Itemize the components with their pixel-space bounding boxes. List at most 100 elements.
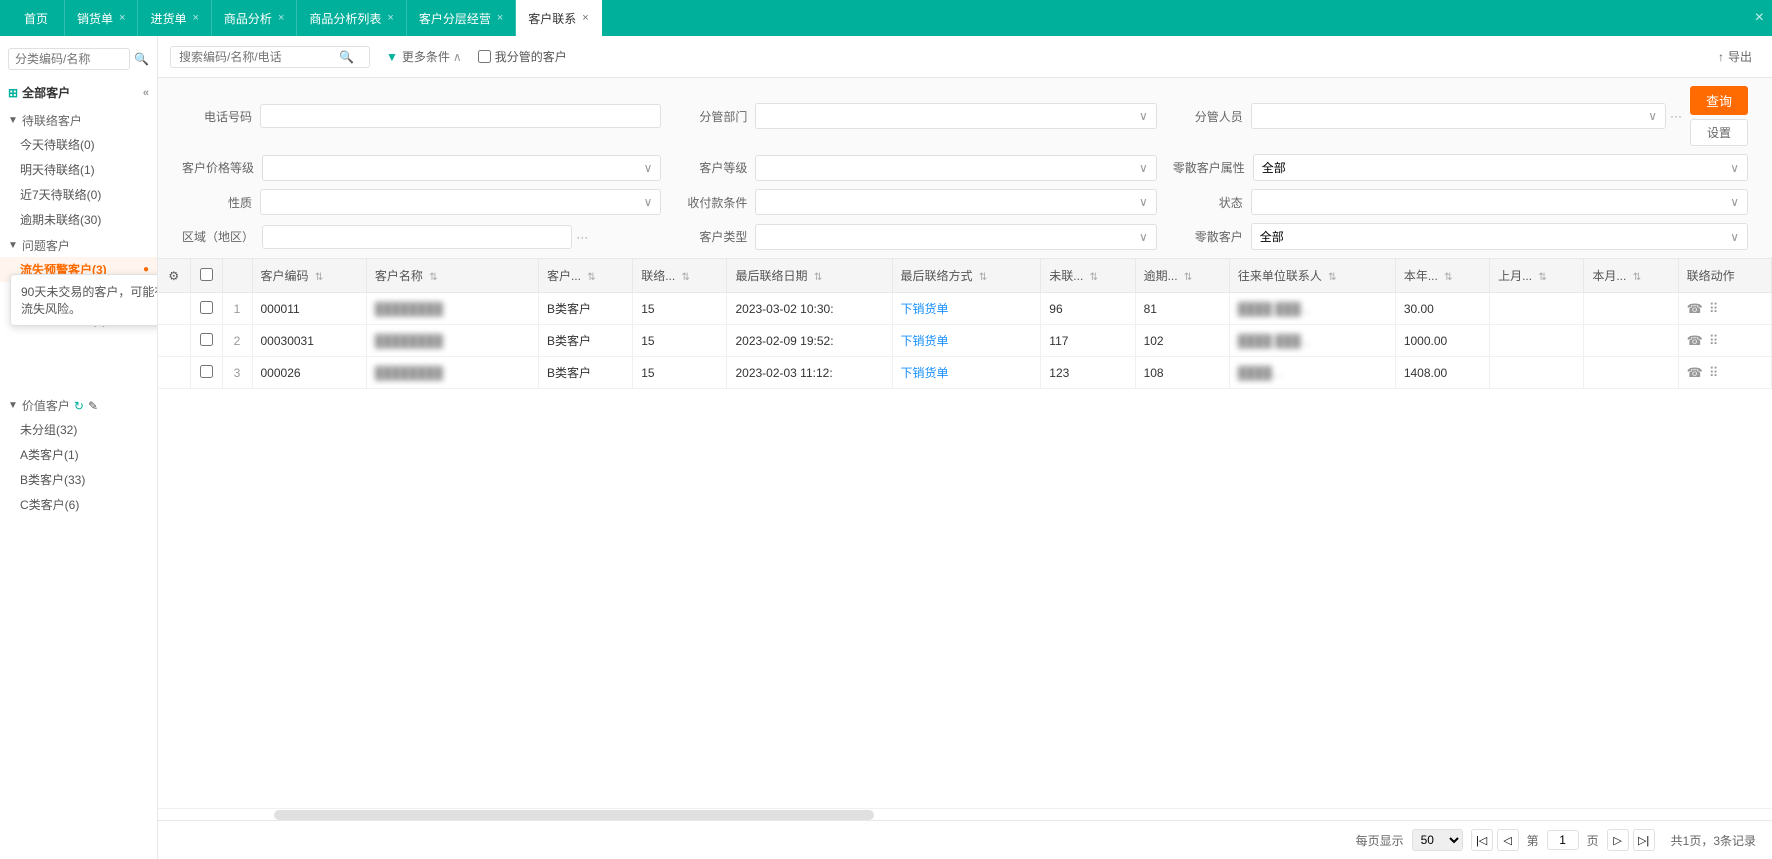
row2-check[interactable]	[200, 333, 213, 346]
col-type[interactable]: 客户... ⇅	[538, 259, 632, 293]
tab-sales[interactable]: 销货单 ×	[65, 0, 138, 36]
manager-select[interactable]: ∨	[1251, 103, 1666, 129]
row3-contact-icon[interactable]: ☎	[1687, 365, 1703, 381]
per-page-select[interactable]: 50 100 200	[1412, 829, 1463, 851]
tab-product-list[interactable]: 商品分析列表 ×	[297, 0, 406, 36]
col-name[interactable]: 客户名称 ⇅	[366, 259, 538, 293]
row3-last-way[interactable]: 下销货单	[892, 357, 1041, 389]
filter-cell-phone: 电话号码	[174, 104, 669, 128]
export-btn[interactable]: ↑ 导出	[1710, 44, 1760, 69]
manager-dots[interactable]: ···	[1670, 109, 1682, 123]
tab-purchase[interactable]: 进货单 ×	[138, 0, 211, 36]
sidebar-section-value[interactable]: ▼ 价值客户 ↻ ✎	[0, 392, 157, 417]
toolbar-search-input[interactable]	[179, 50, 339, 64]
customer-level-select[interactable]: ∨	[755, 155, 1156, 181]
row1-more-icon[interactable]: ⠿	[1709, 301, 1719, 317]
sidebar-item-7days[interactable]: 近7天待联络(0)	[0, 182, 157, 207]
edit-icon[interactable]: ✎	[88, 399, 98, 413]
first-page-btn[interactable]: |◁	[1471, 829, 1493, 851]
tab-customer-contact[interactable]: 客户联系 ×	[516, 0, 601, 36]
close-purchase-tab[interactable]: ×	[192, 12, 198, 24]
region-input[interactable]	[262, 225, 572, 249]
row1-contact-icon[interactable]: ☎	[1687, 301, 1703, 317]
col-overdue[interactable]: 逾期... ⇅	[1135, 259, 1229, 293]
col-this-month[interactable]: 本月... ⇅	[1584, 259, 1678, 293]
row2-more-icon[interactable]: ⠿	[1709, 333, 1719, 349]
sidebar-item-today[interactable]: 今天待联络(0)	[0, 132, 157, 157]
retail-customer-arrow: ∨	[1730, 230, 1739, 244]
nature-select[interactable]: ∨	[260, 189, 661, 215]
row1-check[interactable]	[200, 301, 213, 314]
sidebar-section-pending[interactable]: ▼ 待联络客户	[0, 107, 157, 132]
col-last-date[interactable]: 最后联络日期 ⇅	[727, 259, 892, 293]
col-code[interactable]: 客户编码 ⇅	[252, 259, 366, 293]
col-last-way[interactable]: 最后联络方式 ⇅	[892, 259, 1041, 293]
sidebar-item-c-class[interactable]: C类客户(6)	[0, 492, 157, 517]
row2-last-way[interactable]: 下销货单	[892, 325, 1041, 357]
tab-customer-layer[interactable]: 客户分层经营 ×	[407, 0, 516, 36]
setting-button[interactable]: 设置	[1690, 119, 1748, 146]
sidebar-collapse-btn[interactable]: «	[143, 87, 149, 99]
col-settings[interactable]: ⚙	[158, 259, 190, 293]
tab-home[interactable]: 首页	[8, 0, 65, 36]
close-sales-tab[interactable]: ×	[119, 12, 125, 24]
col-this-year[interactable]: 本年... ⇅	[1395, 259, 1489, 293]
filter-cell-customer-level: 客户等级 ∨	[669, 155, 1164, 181]
tab-product-analysis[interactable]: 商品分析 ×	[212, 0, 297, 36]
more-filter-btn[interactable]: ▼ 更多条件 ∧	[378, 44, 470, 69]
sidebar-search-input[interactable]	[8, 48, 130, 70]
horizontal-scrollbar[interactable]	[158, 808, 1772, 820]
sidebar-search-icon[interactable]: 🔍	[134, 52, 149, 66]
row1-checkbox[interactable]	[190, 293, 222, 325]
row2-contact-icon[interactable]: ☎	[1687, 333, 1703, 349]
retail-attr-select[interactable]: 全部 ∨	[1253, 154, 1748, 181]
select-all-checkbox[interactable]	[200, 268, 213, 281]
sidebar-item-overdue[interactable]: 逾期未联络(30)	[0, 207, 157, 232]
my-customers-checkbox[interactable]: 我分管的客户	[478, 48, 567, 65]
price-level-select[interactable]: ∨	[262, 155, 661, 181]
current-page-input[interactable]	[1547, 830, 1579, 850]
window-close-button[interactable]: ×	[1755, 9, 1764, 27]
sidebar-item-a-class[interactable]: A类客户(1)	[0, 442, 157, 467]
sidebar-item-b-class[interactable]: B类客户(33)	[0, 467, 157, 492]
row3-check[interactable]	[200, 365, 213, 378]
row2-action-icons: ☎ ⠿	[1687, 333, 1763, 349]
status-select[interactable]: ∨	[1251, 189, 1748, 215]
main-layout: 🔍 ⊞ 全部客户 « ▼ 待联络客户 今天待联络(0) 明天待联络(1) 近7天…	[0, 36, 1772, 859]
row1-last-way[interactable]: 下销货单	[892, 293, 1041, 325]
col-select-all[interactable]	[190, 259, 222, 293]
retail-customer-select[interactable]: 全部 ∨	[1251, 223, 1748, 250]
customer-level-arrow: ∨	[1139, 161, 1148, 175]
customer-type-select[interactable]: ∨	[755, 224, 1156, 250]
toolbar-search-box[interactable]: 🔍	[170, 46, 370, 68]
sidebar-all-customers[interactable]: ⊞ 全部客户 «	[0, 78, 157, 107]
my-customers-check[interactable]	[478, 50, 491, 63]
sidebar-section-problem[interactable]: ▼ 问题客户	[0, 232, 157, 257]
region-dots[interactable]: ···	[576, 230, 588, 244]
close-product-list-tab[interactable]: ×	[387, 12, 393, 24]
toolbar-search-icon[interactable]: 🔍	[339, 50, 354, 64]
last-page-btn[interactable]: ▷|	[1633, 829, 1655, 851]
query-button[interactable]: 查询	[1690, 86, 1748, 115]
row1-this-month	[1584, 293, 1678, 325]
next-page-btn[interactable]: ▷	[1607, 829, 1629, 851]
refresh-icon[interactable]: ↻	[74, 399, 84, 413]
row2-type: B类客户	[538, 325, 632, 357]
col-unit-contact[interactable]: 往来单位联系人 ⇅	[1229, 259, 1395, 293]
col-contact[interactable]: 联络... ⇅	[633, 259, 727, 293]
row3-more-icon[interactable]: ⠿	[1709, 365, 1719, 381]
dept-select[interactable]: ∨	[755, 103, 1156, 129]
col-last-month[interactable]: 上月... ⇅	[1490, 259, 1584, 293]
phone-input[interactable]	[260, 104, 661, 128]
row2-checkbox[interactable]	[190, 325, 222, 357]
close-customer-layer-tab[interactable]: ×	[497, 12, 503, 24]
close-product-analysis-tab[interactable]: ×	[278, 12, 284, 24]
payment-select[interactable]: ∨	[755, 189, 1156, 215]
close-customer-contact-tab[interactable]: ×	[582, 12, 588, 24]
sidebar-item-tomorrow[interactable]: 明天待联络(1)	[0, 157, 157, 182]
col-uncontact[interactable]: 未联... ⇅	[1041, 259, 1135, 293]
prev-page-btn[interactable]: ◁	[1497, 829, 1519, 851]
row3-checkbox[interactable]	[190, 357, 222, 389]
data-table: ⚙ 客户编码 ⇅ 客户名称 ⇅ 客户... ⇅ 联络... ⇅ 最后联络日期 ⇅…	[158, 259, 1772, 389]
sidebar-item-ungroup[interactable]: 未分组(32)	[0, 417, 157, 442]
